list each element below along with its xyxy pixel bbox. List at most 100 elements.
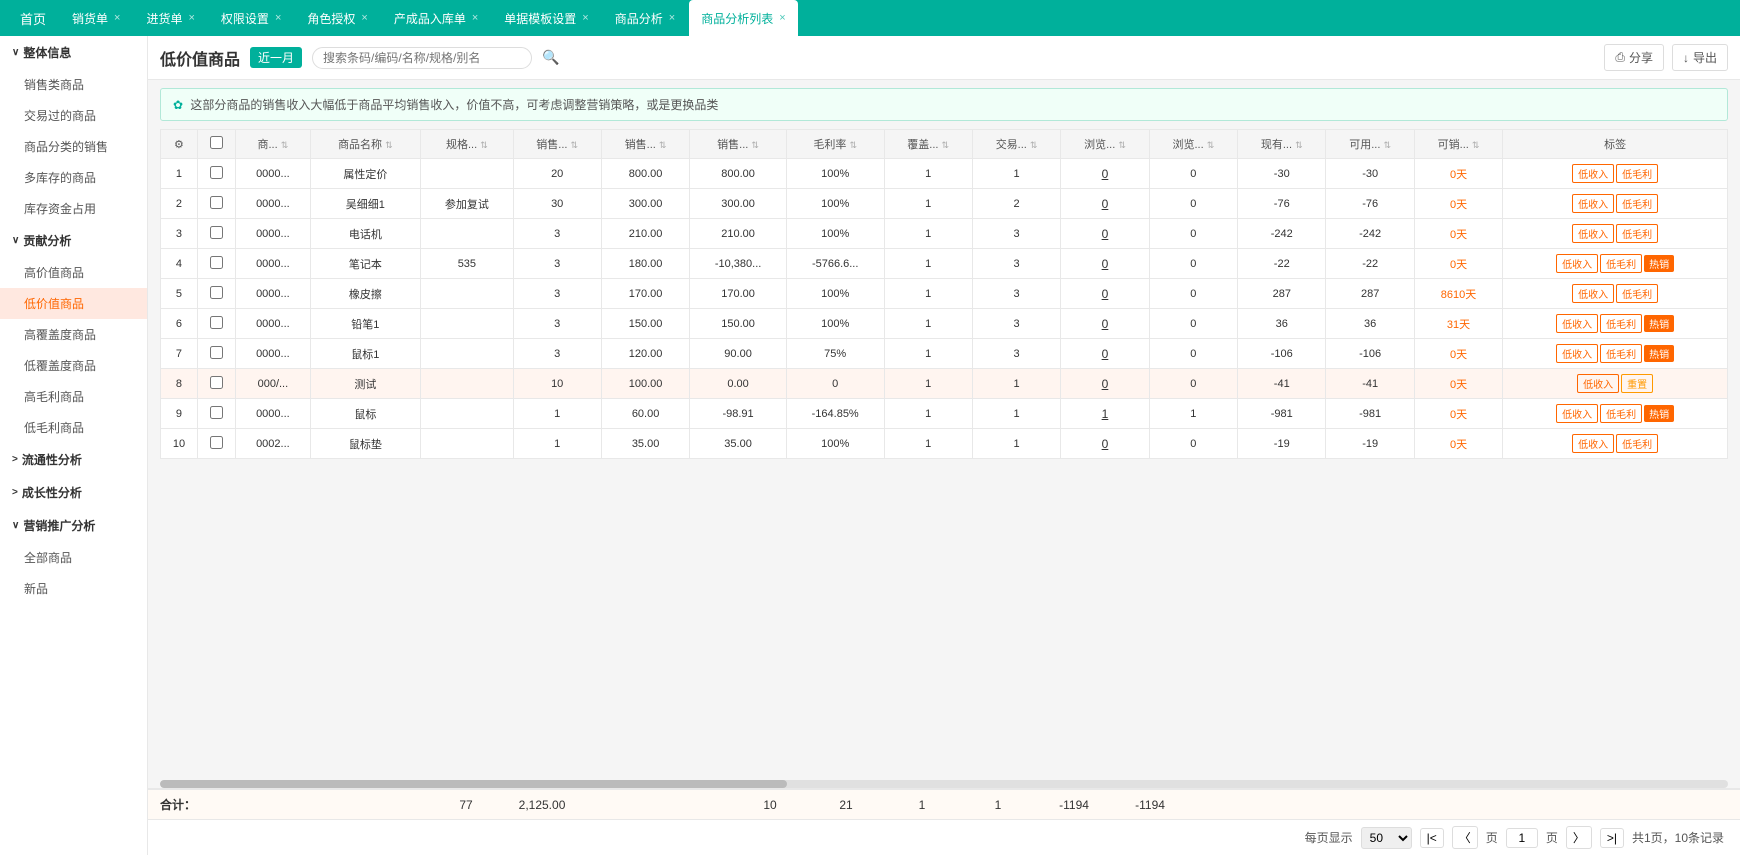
th-price[interactable]: 销售... ⇅ bbox=[601, 130, 689, 159]
sidebar-item-stock-capital[interactable]: 库存资金占用 bbox=[0, 193, 147, 224]
th-saleable[interactable]: 可销... ⇅ bbox=[1414, 130, 1502, 159]
nav-close-analysis[interactable]: × bbox=[669, 12, 675, 24]
first-page-button[interactable]: |< bbox=[1420, 828, 1444, 848]
cell-browse1[interactable]: 0 bbox=[1061, 189, 1149, 219]
nav-product-instock[interactable]: 产成品入库单 × bbox=[382, 0, 490, 36]
cell-check[interactable] bbox=[197, 249, 235, 279]
nav-template[interactable]: 单据模板设置 × bbox=[492, 0, 600, 36]
cell-check[interactable] bbox=[197, 279, 235, 309]
browse1-link[interactable]: 0 bbox=[1102, 167, 1109, 181]
row-checkbox[interactable] bbox=[210, 166, 223, 179]
page-input[interactable] bbox=[1506, 828, 1538, 848]
cell-browse1[interactable]: 0 bbox=[1061, 309, 1149, 339]
cell-browse1[interactable]: 0 bbox=[1061, 429, 1149, 459]
sidebar-item-low-margin[interactable]: 低毛利商品 bbox=[0, 412, 147, 443]
search-input[interactable] bbox=[312, 47, 532, 69]
cell-browse1[interactable]: 0 bbox=[1061, 339, 1149, 369]
sidebar-item-new-products[interactable]: 新品 bbox=[0, 573, 147, 604]
cell-check[interactable] bbox=[197, 309, 235, 339]
sidebar-item-low-coverage[interactable]: 低覆盖度商品 bbox=[0, 350, 147, 381]
nav-close-permission[interactable]: × bbox=[275, 12, 281, 24]
filter-month-button[interactable]: 近一月 bbox=[250, 47, 302, 68]
sidebar-item-low-value[interactable]: 低价值商品 bbox=[0, 288, 147, 319]
browse1-link[interactable]: 0 bbox=[1102, 437, 1109, 451]
nav-close-role[interactable]: × bbox=[361, 12, 367, 24]
nav-home[interactable]: 首页 bbox=[8, 0, 58, 36]
row-checkbox[interactable] bbox=[210, 316, 223, 329]
th-browse1[interactable]: 浏览... ⇅ bbox=[1061, 130, 1149, 159]
sidebar-item-all-products[interactable]: 全部商品 bbox=[0, 542, 147, 573]
row-checkbox[interactable] bbox=[210, 406, 223, 419]
sidebar-group-marketing[interactable]: ∨ 营销推广分析 bbox=[0, 509, 147, 542]
cell-check[interactable] bbox=[197, 159, 235, 189]
th-qty[interactable]: 销售... ⇅ bbox=[513, 130, 601, 159]
row-checkbox[interactable] bbox=[210, 256, 223, 269]
export-button[interactable]: ↓ 导出 bbox=[1672, 44, 1728, 71]
th-code[interactable]: 商... ⇅ bbox=[236, 130, 310, 159]
browse1-link[interactable]: 0 bbox=[1102, 317, 1109, 331]
th-trade[interactable]: 交易... ⇅ bbox=[972, 130, 1060, 159]
browse1-link[interactable]: 0 bbox=[1102, 347, 1109, 361]
th-stock[interactable]: 现有... ⇅ bbox=[1238, 130, 1326, 159]
cell-browse1[interactable]: 0 bbox=[1061, 249, 1149, 279]
cell-browse1[interactable]: 0 bbox=[1061, 369, 1149, 399]
cell-check[interactable] bbox=[197, 369, 235, 399]
sidebar-item-category-sales[interactable]: 商品分类的销售 bbox=[0, 131, 147, 162]
browse1-link[interactable]: 0 bbox=[1102, 287, 1109, 301]
prev-page-button[interactable]: 〈 bbox=[1452, 826, 1478, 849]
cell-check[interactable] bbox=[197, 399, 235, 429]
nav-analysis[interactable]: 商品分析 × bbox=[603, 0, 687, 36]
browse1-link[interactable]: 0 bbox=[1102, 257, 1109, 271]
nav-sales[interactable]: 销货单 × bbox=[60, 0, 132, 36]
th-coverage[interactable]: 覆盖... ⇅ bbox=[884, 130, 972, 159]
browse1-link[interactable]: 0 bbox=[1102, 197, 1109, 211]
th-tags[interactable]: 标签 bbox=[1503, 130, 1728, 159]
sidebar-item-high-margin[interactable]: 高毛利商品 bbox=[0, 381, 147, 412]
browse1-link[interactable]: 1 bbox=[1102, 407, 1109, 421]
th-checkbox[interactable] bbox=[197, 130, 235, 159]
share-button[interactable]: ⎙ 分享 bbox=[1604, 44, 1664, 71]
nav-close-product[interactable]: × bbox=[472, 12, 478, 24]
nav-role[interactable]: 角色授权 × bbox=[295, 0, 379, 36]
sidebar-item-multi-stock[interactable]: 多库存的商品 bbox=[0, 162, 147, 193]
cell-browse1[interactable]: 1 bbox=[1061, 399, 1149, 429]
nav-purchase[interactable]: 进货单 × bbox=[134, 0, 206, 36]
th-name[interactable]: 商品名称 ⇅ bbox=[310, 130, 421, 159]
cell-browse1[interactable]: 0 bbox=[1061, 159, 1149, 189]
th-available[interactable]: 可用... ⇅ bbox=[1326, 130, 1414, 159]
cell-check[interactable] bbox=[197, 429, 235, 459]
row-checkbox[interactable] bbox=[210, 226, 223, 239]
nav-close-template[interactable]: × bbox=[582, 12, 588, 24]
last-page-button[interactable]: >| bbox=[1600, 828, 1624, 848]
sidebar-item-sales-products[interactable]: 销售类商品 bbox=[0, 69, 147, 100]
row-checkbox[interactable] bbox=[210, 286, 223, 299]
browse1-link[interactable]: 0 bbox=[1102, 227, 1109, 241]
cell-check[interactable] bbox=[197, 219, 235, 249]
row-checkbox[interactable] bbox=[210, 436, 223, 449]
nav-analysis-list[interactable]: 商品分析列表 × bbox=[689, 0, 797, 36]
nav-close-sales[interactable]: × bbox=[114, 12, 120, 24]
horizontal-scrollbar[interactable] bbox=[160, 780, 1728, 788]
sidebar-group-contribution[interactable]: ∨ 贡献分析 bbox=[0, 224, 147, 257]
th-gross-rate[interactable]: 毛利率 ⇅ bbox=[786, 130, 884, 159]
row-checkbox[interactable] bbox=[210, 196, 223, 209]
nav-close-purchase[interactable]: × bbox=[188, 12, 194, 24]
sidebar-group-overall[interactable]: ∨ 整体信息 bbox=[0, 36, 147, 69]
nav-close-analysis-list[interactable]: × bbox=[779, 12, 785, 24]
th-spec[interactable]: 规格... ⇅ bbox=[421, 130, 513, 159]
cell-check[interactable] bbox=[197, 339, 235, 369]
select-all-checkbox[interactable] bbox=[210, 136, 223, 149]
next-page-button[interactable]: 〉 bbox=[1566, 826, 1592, 849]
sidebar-item-traded-products[interactable]: 交易过的商品 bbox=[0, 100, 147, 131]
per-page-select[interactable]: 50 100 200 bbox=[1361, 827, 1412, 849]
sidebar-item-high-value[interactable]: 高价值商品 bbox=[0, 257, 147, 288]
th-settings[interactable]: ⚙ bbox=[161, 130, 198, 159]
sidebar-group-circulation[interactable]: > 流通性分析 bbox=[0, 443, 147, 476]
cell-browse1[interactable]: 0 bbox=[1061, 219, 1149, 249]
row-checkbox[interactable] bbox=[210, 376, 223, 389]
row-checkbox[interactable] bbox=[210, 346, 223, 359]
sidebar-item-high-coverage[interactable]: 高覆盖度商品 bbox=[0, 319, 147, 350]
browse1-link[interactable]: 0 bbox=[1102, 377, 1109, 391]
sidebar-group-growth[interactable]: > 成长性分析 bbox=[0, 476, 147, 509]
th-browse2[interactable]: 浏览... ⇅ bbox=[1149, 130, 1237, 159]
